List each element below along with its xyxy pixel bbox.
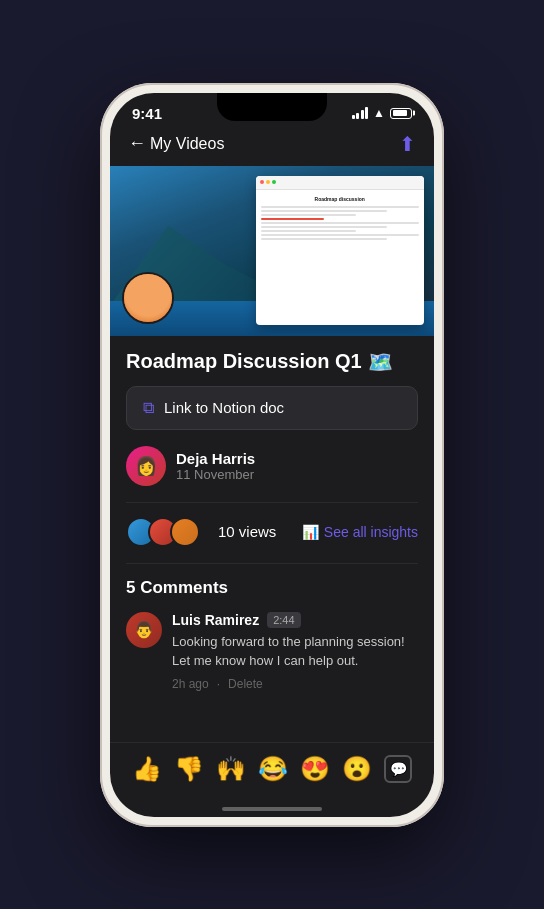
home-indicator [110, 789, 434, 817]
delete-comment-button[interactable]: Delete [228, 677, 263, 691]
notion-link-label: Link to Notion doc [164, 399, 284, 416]
divider-1 [126, 502, 418, 503]
comment-header: Luis Ramirez 2:44 [172, 612, 418, 628]
battery-fill [393, 110, 407, 116]
insights-chart-icon: 📊 [302, 524, 319, 540]
scroll-content[interactable]: Roadmap discussion [110, 166, 434, 742]
commenter-name: Luis Ramirez [172, 612, 259, 628]
comments-section: 5 Comments 👨 Luis Ramirez 2:44 Looking f… [126, 578, 418, 691]
signal-icon [352, 107, 369, 119]
commenter-avatar-emoji: 👨 [134, 620, 154, 639]
views-row: 10 views 📊 See all insights [126, 517, 418, 547]
avatar-face [124, 274, 172, 322]
reaction-thumbs-up[interactable]: 👍 [132, 755, 162, 783]
reaction-laugh[interactable]: 😂 [258, 755, 288, 783]
home-bar [222, 807, 322, 811]
dot-red [260, 180, 264, 184]
nav-bar: ← My Videos ⬆ [110, 126, 434, 166]
screen-line-8 [261, 234, 419, 236]
screen-line-4 [261, 218, 324, 220]
insights-label: See all insights [324, 524, 418, 540]
content-area: Roadmap Discussion Q1 🗺️ ⧉ Link to Notio… [110, 336, 434, 705]
video-thumbnail: Roadmap discussion [110, 166, 434, 336]
back-arrow-icon: ← [128, 133, 146, 154]
external-link-icon: ⧉ [143, 399, 154, 417]
notch [217, 93, 327, 121]
divider-2 [126, 563, 418, 564]
battery-icon [390, 108, 412, 119]
comment-video-timestamp: 2:44 [267, 612, 300, 628]
reaction-surprised[interactable]: 😮 [342, 755, 372, 783]
screen-header [256, 176, 424, 190]
phone-frame: 9:41 ▲ ← My Videos ⬆ [100, 83, 444, 827]
screen-line-1 [261, 206, 419, 208]
viewer-avatars [126, 517, 200, 547]
comment-body: Luis Ramirez 2:44 Looking forward to the… [172, 612, 418, 691]
see-all-insights-button[interactable]: 📊 See all insights [302, 524, 418, 540]
screen-line-2 [261, 210, 388, 212]
video-title-emoji: 🗺️ [368, 350, 393, 374]
reaction-heart-eyes[interactable]: 😍 [300, 755, 330, 783]
status-icons: ▲ [352, 106, 412, 120]
reaction-hands-raised[interactable]: 🙌 [216, 755, 246, 783]
status-time: 9:41 [132, 105, 162, 122]
screen-line-9 [261, 238, 388, 240]
comments-title: 5 Comments [126, 578, 418, 598]
author-info: Deja Harris 11 November [176, 450, 255, 482]
viewer-avatar-3 [170, 517, 200, 547]
back-button[interactable]: ← My Videos [128, 133, 224, 154]
author-avatar: 👩 [126, 446, 166, 486]
notion-link-button[interactable]: ⧉ Link to Notion doc [126, 386, 418, 430]
video-title-row: Roadmap Discussion Q1 🗺️ [126, 350, 418, 374]
author-row: 👩 Deja Harris 11 November [126, 446, 418, 486]
screen-line-3 [261, 214, 356, 216]
screen-line-5 [261, 222, 419, 224]
comment-row: 👨 Luis Ramirez 2:44 Looking forward to t… [126, 612, 418, 691]
add-comment-button[interactable]: 💬 [384, 755, 412, 783]
views-left: 10 views [126, 517, 276, 547]
status-bar: 9:41 ▲ [110, 93, 434, 126]
screen-line-6 [261, 226, 388, 228]
views-count: 10 views [218, 523, 276, 540]
comment-text: Looking forward to the planning session!… [172, 632, 418, 671]
comment-time-ago: 2h ago [172, 677, 209, 691]
screen-content: Roadmap discussion [256, 190, 424, 248]
dot-green [272, 180, 276, 184]
author-avatar-emoji: 👩 [135, 455, 157, 477]
comment-icon: 💬 [390, 761, 407, 777]
phone-screen: 9:41 ▲ ← My Videos ⬆ [110, 93, 434, 817]
reaction-thumbs-down[interactable]: 👎 [174, 755, 204, 783]
screen-line-7 [261, 230, 356, 232]
notion-screen-overlay: Roadmap discussion [256, 176, 424, 326]
nav-title: My Videos [150, 135, 224, 153]
author-name: Deja Harris [176, 450, 255, 467]
dot-yellow [266, 180, 270, 184]
screen-doc-title: Roadmap discussion [261, 196, 419, 202]
author-date: 11 November [176, 467, 255, 482]
host-avatar-thumbnail [122, 272, 174, 324]
reaction-bar: 👍 👎 🙌 😂 😍 😮 💬 [110, 742, 434, 789]
commenter-avatar: 👨 [126, 612, 162, 648]
comment-meta: 2h ago · Delete [172, 677, 418, 691]
video-title-text: Roadmap Discussion Q1 [126, 350, 362, 373]
wifi-icon: ▲ [373, 106, 385, 120]
share-button[interactable]: ⬆ [399, 132, 416, 156]
